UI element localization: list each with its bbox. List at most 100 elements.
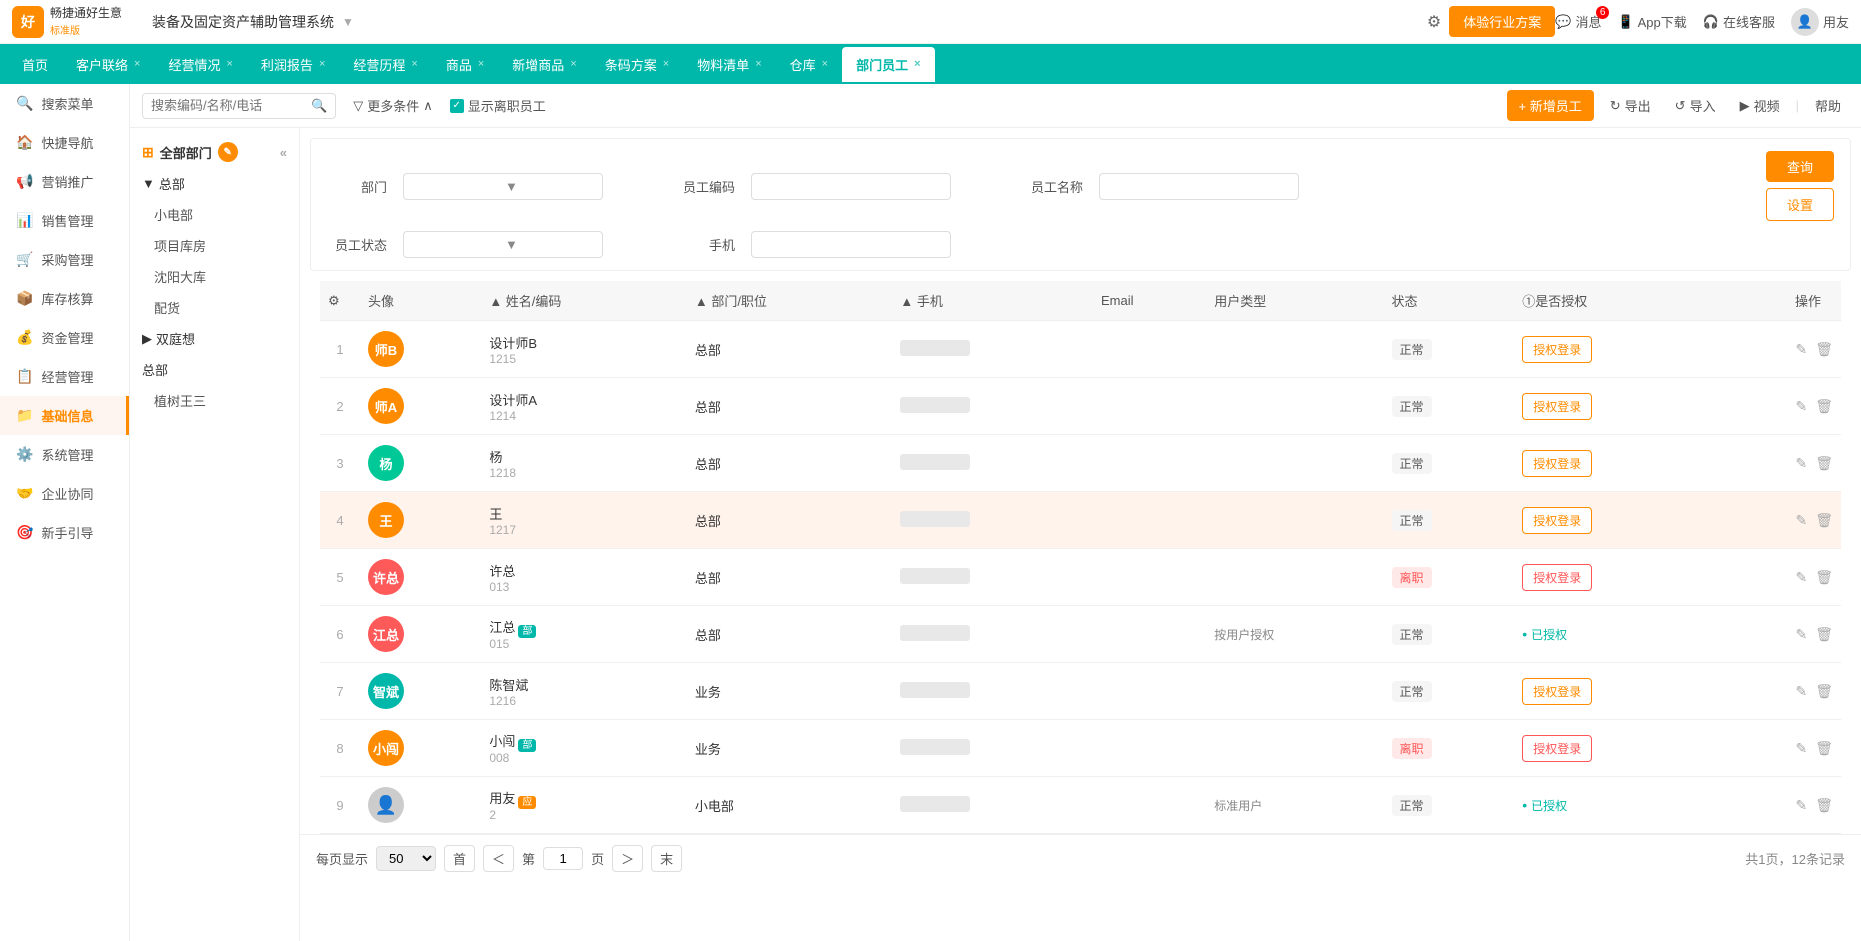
close-icon[interactable]: ×	[663, 58, 669, 70]
close-icon[interactable]: ×	[226, 58, 232, 70]
tab-profit[interactable]: 利润报告 ×	[247, 47, 339, 82]
dept-group-shuangting[interactable]: ▶ 双庭想	[130, 323, 299, 354]
last-page-btn[interactable]: 末	[651, 845, 682, 872]
delete-btn[interactable]: 🗑	[1815, 341, 1833, 358]
edit-btn[interactable]: ✎	[1795, 341, 1807, 358]
delete-btn[interactable]: 🗑	[1815, 740, 1833, 757]
tab-goods[interactable]: 商品 ×	[432, 47, 498, 82]
auth-login-btn[interactable]: 授权登录	[1522, 336, 1592, 363]
phone-input[interactable]	[751, 231, 951, 258]
prev-page-btn[interactable]: ＜	[483, 845, 514, 872]
export-action[interactable]: ↻ 导出	[1602, 92, 1659, 119]
close-icon[interactable]: ×	[755, 58, 761, 70]
gear-button[interactable]: ⚙	[1427, 12, 1441, 32]
settings-icon[interactable]: ⚙	[328, 293, 340, 308]
sidebar-item-system[interactable]: ⚙️ 系统管理	[0, 435, 129, 474]
set-button[interactable]: 设置	[1766, 188, 1834, 221]
auth-login-btn-resigned[interactable]: 授权登录	[1522, 564, 1592, 591]
sys-title-arrow[interactable]: ▼	[342, 15, 354, 29]
dept-filter-select[interactable]: ▼	[403, 173, 603, 200]
delete-btn[interactable]: 🗑	[1815, 626, 1833, 643]
close-icon[interactable]: ×	[134, 58, 140, 70]
dept-group-head[interactable]: ▼ 总部	[130, 168, 299, 199]
dept-edit-icon[interactable]: ✎	[218, 142, 238, 162]
dept-item-project[interactable]: 项目库房	[130, 230, 299, 261]
user-action[interactable]: 👤 用友	[1791, 8, 1849, 36]
edit-btn[interactable]: ✎	[1795, 740, 1807, 757]
sidebar-item-collab[interactable]: 🤝 企业协同	[0, 474, 129, 513]
delete-btn[interactable]: 🗑	[1815, 512, 1833, 529]
close-icon[interactable]: ×	[411, 58, 417, 70]
dept-group-zongbu[interactable]: 总部	[130, 354, 299, 385]
next-page-btn[interactable]: ＞	[612, 845, 643, 872]
emp-code-input[interactable]	[751, 173, 951, 200]
auth-login-btn-resigned[interactable]: 授权登录	[1522, 735, 1592, 762]
tab-employees[interactable]: 部门员工 ×	[842, 47, 934, 82]
emp-name-input[interactable]	[1099, 173, 1299, 200]
edit-btn[interactable]: ✎	[1795, 569, 1807, 586]
dept-item-shenyang[interactable]: 沈阳大库	[130, 261, 299, 292]
close-icon[interactable]: ×	[319, 58, 325, 70]
delete-btn[interactable]: 🗑	[1815, 683, 1833, 700]
tab-bom[interactable]: 物料清单 ×	[683, 47, 775, 82]
tab-new-goods[interactable]: 新增商品 ×	[498, 47, 590, 82]
tab-barcode[interactable]: 条码方案 ×	[591, 47, 683, 82]
delete-btn[interactable]: 🗑	[1815, 569, 1833, 586]
page-size-select[interactable]: 50 100	[376, 846, 436, 871]
sidebar-item-guide[interactable]: 🎯 新手引导	[0, 513, 129, 552]
col-phone[interactable]: ▲ 手机	[892, 281, 1093, 321]
filter-more-btn[interactable]: ▽ 更多条件 ∧	[344, 91, 442, 120]
search-input[interactable]	[151, 98, 311, 113]
col-dept[interactable]: ▲ 部门/职位	[687, 281, 893, 321]
sidebar-item-sales[interactable]: 📊 销售管理	[0, 201, 129, 240]
emp-status-select[interactable]: ▼	[403, 231, 603, 258]
dept-item-zhishu[interactable]: 植树王三	[130, 385, 299, 416]
edit-btn[interactable]: ✎	[1795, 398, 1807, 415]
auth-login-btn[interactable]: 授权登录	[1522, 507, 1592, 534]
import-action[interactable]: ↺ 导入	[1667, 92, 1724, 119]
close-icon[interactable]: ×	[914, 58, 920, 70]
edit-btn[interactable]: ✎	[1795, 626, 1807, 643]
close-icon[interactable]: ×	[822, 58, 828, 70]
tab-warehouse[interactable]: 仓库 ×	[776, 47, 842, 82]
tab-journey[interactable]: 经营历程 ×	[339, 47, 431, 82]
edit-btn[interactable]: ✎	[1795, 512, 1807, 529]
search-wrap[interactable]: 🔍	[142, 93, 336, 119]
sidebar-item-search[interactable]: 🔍 搜索菜单	[0, 84, 129, 123]
auth-login-btn[interactable]: 授权登录	[1522, 393, 1592, 420]
add-employee-button[interactable]: + 新增员工	[1507, 90, 1594, 121]
tab-customer[interactable]: 客户联络 ×	[62, 47, 154, 82]
edit-btn[interactable]: ✎	[1795, 683, 1807, 700]
sidebar-item-nav[interactable]: 🏠 快捷导航	[0, 123, 129, 162]
trial-button[interactable]: 体验行业方案	[1449, 6, 1555, 37]
message-action[interactable]: 💬 消息 6	[1555, 12, 1601, 31]
delete-btn[interactable]: 🗑	[1815, 455, 1833, 472]
sidebar-item-business[interactable]: 📋 经营管理	[0, 357, 129, 396]
delete-btn[interactable]: 🗑	[1815, 398, 1833, 415]
show-resigned-checkbox[interactable]: ✓	[450, 99, 464, 113]
query-button[interactable]: 查询	[1766, 151, 1834, 182]
dept-item-peihuo[interactable]: 配货	[130, 292, 299, 323]
edit-btn[interactable]: ✎	[1795, 797, 1807, 814]
auth-login-btn[interactable]: 授权登录	[1522, 450, 1592, 477]
sidebar-item-inventory[interactable]: 📦 库存核算	[0, 279, 129, 318]
collapse-btn[interactable]: «	[280, 145, 287, 160]
close-icon[interactable]: ×	[478, 58, 484, 70]
edit-btn[interactable]: ✎	[1795, 455, 1807, 472]
tab-home[interactable]: 首页	[8, 47, 62, 82]
app-download-action[interactable]: 📱 App下载	[1617, 12, 1686, 31]
sidebar-item-purchase[interactable]: 🛒 采购管理	[0, 240, 129, 279]
page-input[interactable]	[543, 847, 583, 870]
sidebar-item-marketing[interactable]: 📢 营销推广	[0, 162, 129, 201]
sidebar-item-basic[interactable]: 📁 基础信息	[0, 396, 129, 435]
sidebar-item-finance[interactable]: 💰 资金管理	[0, 318, 129, 357]
col-gear[interactable]: ⚙	[320, 281, 360, 321]
delete-btn[interactable]: 🗑	[1815, 797, 1833, 814]
auth-login-btn[interactable]: 授权登录	[1522, 678, 1592, 705]
close-icon[interactable]: ×	[570, 58, 576, 70]
first-page-btn[interactable]: 首	[444, 845, 475, 872]
dept-item-xiaodian[interactable]: 小电部	[130, 199, 299, 230]
view-action[interactable]: ▶ 视频	[1732, 92, 1788, 119]
help-action[interactable]: 帮助	[1807, 92, 1849, 119]
col-name[interactable]: ▲ 姓名/编码	[481, 281, 687, 321]
